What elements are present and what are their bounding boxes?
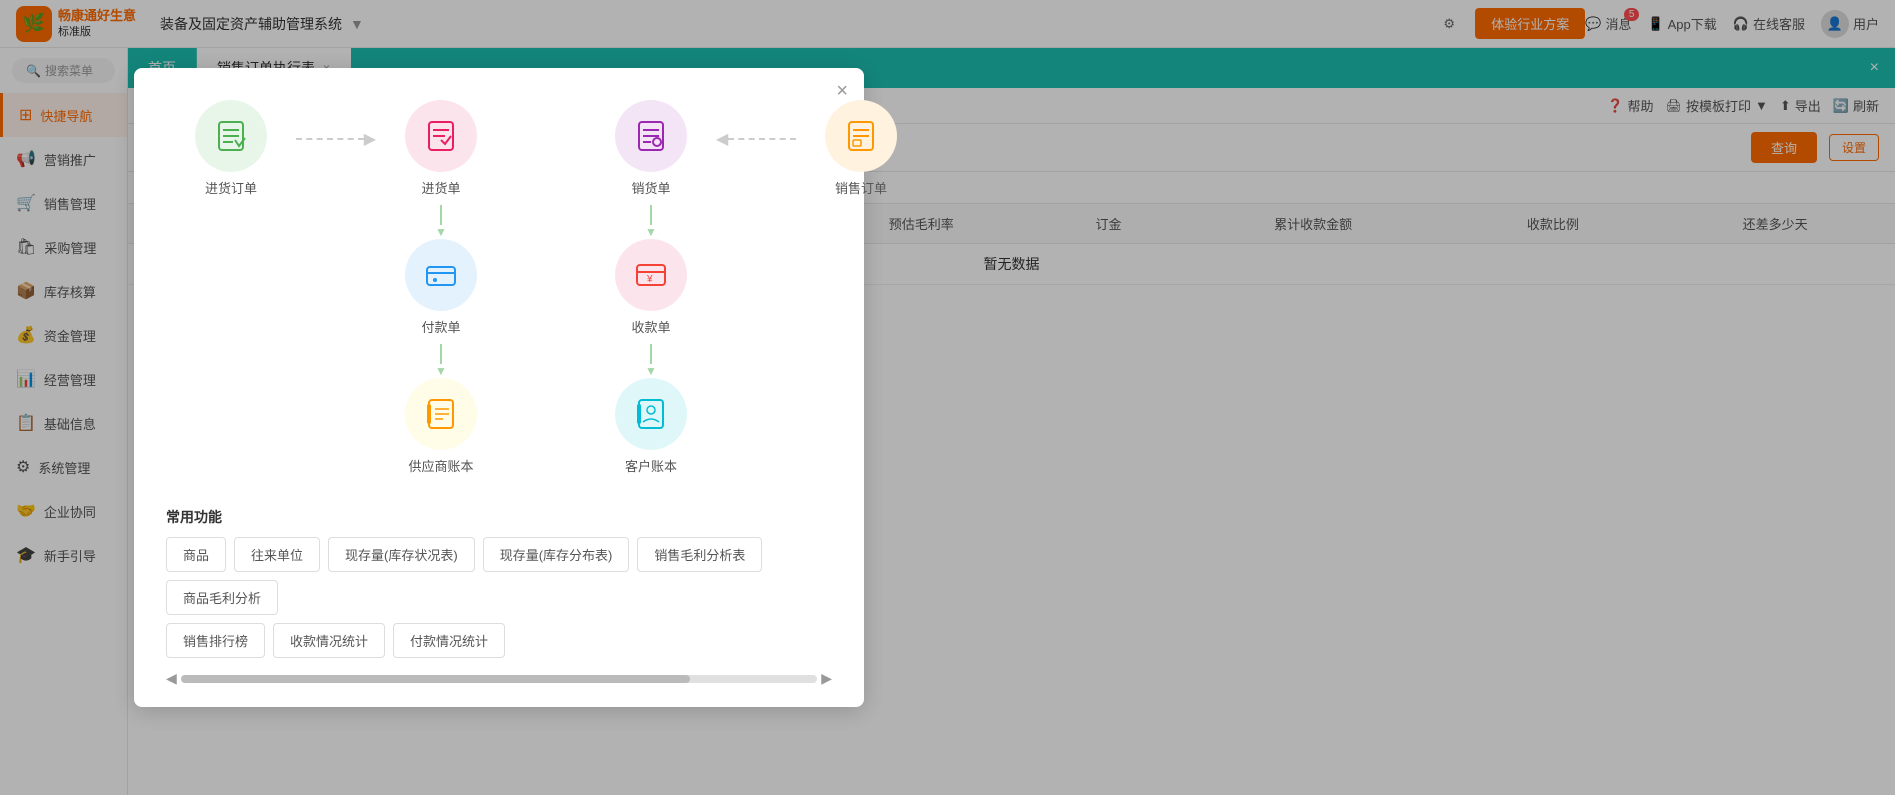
arrow-h-1: ▶ <box>296 129 376 149</box>
arrow-v-row-2: ▼ ▼ <box>166 344 716 378</box>
modal-overlay[interactable]: × 进货订单 <box>0 0 1895 795</box>
supplier-ledger-icon <box>405 378 477 450</box>
modal-scrollbar: ◀ ▶ <box>166 670 832 687</box>
arrow-h-2: ◀ <box>716 129 796 149</box>
purchase-order-icon <box>195 100 267 172</box>
func-btn-sales-profit[interactable]: 销售毛利分析表 <box>637 537 762 572</box>
modal-box: × 进货订单 <box>134 68 864 707</box>
node-sales-order[interactable]: 销售订单 <box>796 100 926 197</box>
node-sales-bill[interactable]: 销货单 <box>586 100 716 197</box>
flow-row-3: 供应商账本 客户账本 <box>166 378 716 475</box>
svg-text:¥: ¥ <box>646 274 653 285</box>
customer-ledger-icon <box>615 378 687 450</box>
purchase-bill-icon <box>405 100 477 172</box>
receipt-bill-icon: ¥ <box>615 239 687 311</box>
flow-row-2: 付款单 ¥ 收款单 <box>166 239 716 336</box>
sales-bill-icon <box>615 100 687 172</box>
scroll-right-arrow[interactable]: ▶ <box>821 670 832 687</box>
func-btns-row-1: 商品 往来单位 现存量(库存状况表) 现存量(库存分布表) 销售毛利分析表 商品… <box>166 537 832 615</box>
func-btn-stock-status[interactable]: 现存量(库存状况表) <box>328 537 475 572</box>
func-btn-stock-dist[interactable]: 现存量(库存分布表) <box>483 537 630 572</box>
common-funcs-title: 常用功能 <box>166 507 832 527</box>
func-btn-product[interactable]: 商品 <box>166 537 226 572</box>
node-receipt-bill[interactable]: ¥ 收款单 <box>586 239 716 336</box>
flow-diagram: 进货订单 ▶ <box>166 100 832 483</box>
node-customer-ledger[interactable]: 客户账本 <box>586 378 716 475</box>
arrow-v-purchase: ▼ <box>376 205 506 239</box>
arrow-v-payment: ▼ <box>376 344 506 378</box>
scroll-left-arrow[interactable]: ◀ <box>166 670 177 687</box>
sales-order-icon <box>825 100 897 172</box>
func-btns-row-2: 销售排行榜 收款情况统计 付款情况统计 <box>166 623 832 658</box>
node-purchase-bill[interactable]: 进货单 <box>376 100 506 197</box>
scrollbar-thumb <box>181 675 690 683</box>
func-btn-receipt-stats[interactable]: 收款情况统计 <box>273 623 385 658</box>
arrow-v-receipt: ▼ <box>586 344 716 378</box>
func-btn-product-profit[interactable]: 商品毛利分析 <box>166 580 278 615</box>
func-btn-sales-rank[interactable]: 销售排行榜 <box>166 623 265 658</box>
arrow-v-sales: ▼ <box>586 205 716 239</box>
scrollbar-track[interactable] <box>181 675 817 683</box>
payment-bill-icon <box>405 239 477 311</box>
arrow-v-row: ▼ ▼ <box>166 205 926 239</box>
flow-row-1: 进货订单 ▶ <box>166 100 926 197</box>
node-payment-bill[interactable]: 付款单 <box>376 239 506 336</box>
func-btn-payment-stats[interactable]: 付款情况统计 <box>393 623 505 658</box>
modal-close-icon[interactable]: × <box>836 80 848 103</box>
func-btn-partner[interactable]: 往来单位 <box>234 537 320 572</box>
common-funcs: 常用功能 商品 往来单位 现存量(库存状况表) 现存量(库存分布表) 销售毛利分… <box>166 507 832 658</box>
node-supplier-ledger[interactable]: 供应商账本 <box>376 378 506 475</box>
node-purchase-order[interactable]: 进货订单 <box>166 100 296 197</box>
